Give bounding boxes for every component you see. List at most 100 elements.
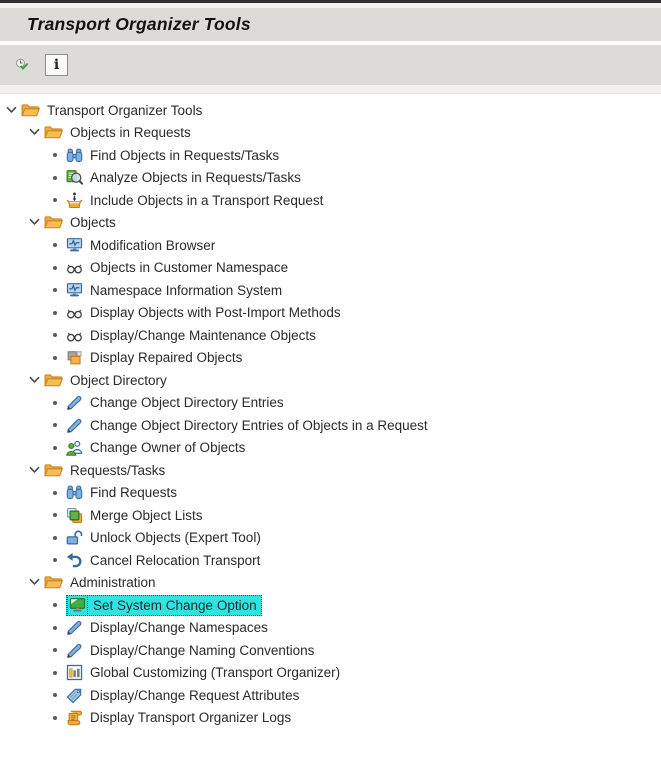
chevron-down-icon[interactable] [28,216,41,229]
bullet-dot [53,693,57,698]
bullet-dot [53,288,57,293]
chevron-down-icon[interactable] [28,374,41,387]
binoculars-icon [66,484,83,501]
execute-button[interactable] [9,52,35,78]
pencil-icon [66,619,83,636]
tree-node-item[interactable]: Display/Change Maintenance Objects [0,324,661,347]
tree-node-folder[interactable]: Objects in Requests [0,122,661,145]
tree-node-label: Change Object Directory Entries [90,395,284,411]
bullet-dot [53,400,57,405]
bullet-dot [53,153,57,158]
folder-open-icon [44,214,63,231]
tree-node-folder[interactable]: Administration [0,572,661,595]
folder-open-icon [44,574,63,591]
bullet-dot [53,648,57,653]
bullet-dot [53,333,57,338]
information-button[interactable]: i [45,54,68,76]
bullet-dot [53,423,57,428]
tree-node-item[interactable]: Find Objects in Requests/Tasks [0,144,661,167]
tree-node-folder[interactable]: Object Directory [0,369,661,392]
tree-node-item[interactable]: Analyze Objects in Requests/Tasks [0,167,661,190]
chevron-down-icon[interactable] [28,126,41,139]
tree-node-item[interactable]: Objects in Customer Namespace [0,257,661,280]
bullet-dot [53,603,57,608]
tree-node-item[interactable]: Namespace Information System [0,279,661,302]
tree-node-label: Requests/Tasks [70,462,166,478]
tree-node-item[interactable]: Unlock Objects (Expert Tool) [0,527,661,550]
tree-node-label: Transport Organizer Tools [47,102,203,118]
tag-icon [66,687,83,704]
undo-arrow-icon [66,552,83,569]
selected-icon-box [67,594,88,616]
bullet-dot [53,490,57,495]
tree-node-label: Unlock Objects (Expert Tool) [90,530,261,546]
execute-clock-check-icon [15,54,29,76]
information-icon: i [53,57,60,73]
pencil-icon [66,394,83,411]
tree-node-item[interactable]: Merge Object Lists [0,504,661,527]
tree-node-item[interactable]: Display/Change Namespaces [0,617,661,640]
bullet-dot [53,670,57,675]
tree-node-label: Change Owner of Objects [90,440,246,456]
tree-node-label: Cancel Relocation Transport [90,552,261,568]
unlock-icon [66,529,83,546]
pencil-icon [66,642,83,659]
toolbar: i [0,45,661,85]
two-users-icon [66,439,83,456]
tree-node-item[interactable]: Cancel Relocation Transport [0,549,661,572]
tree-node-label: Display/Change Maintenance Objects [90,327,316,343]
chevron-down-icon[interactable] [28,576,41,589]
monitor-icon [66,282,83,299]
bullet-dot [53,445,57,450]
bullet-dot [53,715,57,720]
tree-node-item[interactable]: Display Objects with Post-Import Methods [0,302,661,325]
bullet-dot [53,535,57,540]
tree-node-label: Find Requests [90,485,178,501]
tree-node-label: Administration [70,575,156,591]
bar-chart-icon [66,664,83,681]
monitor-icon [66,237,83,254]
glasses-icon [66,304,83,321]
tree-node-label: Display Transport Organizer Logs [90,710,292,726]
tree-node-item[interactable]: Find Requests [0,482,661,505]
bullet-dot [53,558,57,563]
tree-node-label: Modification Browser [90,237,216,253]
tree-node-item[interactable]: Change Owner of Objects [0,437,661,460]
tree-node-label: Global Customizing (Transport Organizer) [90,665,341,681]
tree-node-label: Display Objects with Post-Import Methods [90,305,341,321]
bullet-dot [53,355,57,360]
tree-node-item[interactable]: Set System Change Option [0,594,661,617]
tree-node-label: Objects in Customer Namespace [90,260,289,276]
tree-node-item[interactable]: Change Object Directory Entries [0,392,661,415]
separator [0,85,661,94]
tree-node-folder[interactable]: Objects [0,212,661,235]
tree-node-label: Objects [70,215,116,231]
tree-node-item[interactable]: Modification Browser [0,234,661,257]
chevron-down-icon[interactable] [28,464,41,477]
tree: Transport Organizer Tools Objects in Requ… [0,94,661,729]
tree-node-item[interactable]: Include Objects in a Transport Request [0,189,661,212]
tree-node-label: Object Directory [70,372,167,388]
tree-node-item[interactable]: Change Object Directory Entries of Objec… [0,414,661,437]
tree-node-item[interactable]: Global Customizing (Transport Organizer) [0,662,661,685]
tree-node-label: Display/Change Naming Conventions [90,642,315,658]
tree-node-item[interactable]: Display/Change Naming Conventions [0,639,661,662]
selected-node-highlight[interactable]: Set System Change Option [66,594,262,616]
tree-node-item[interactable]: Display Transport Organizer Logs [0,707,661,730]
bullet-dot [53,175,57,180]
scroll-icon [66,709,83,726]
tree-node-item[interactable]: Display Repaired Objects [0,347,661,370]
bullet-dot [53,513,57,518]
folder-open-icon [44,124,63,141]
tree-node-label: Find Objects in Requests/Tasks [90,147,280,163]
chevron-down-icon[interactable] [5,104,18,117]
page-title: Transport Organizer Tools [27,14,251,34]
tree-node-item[interactable]: Display/Change Request Attributes [0,684,661,707]
tree-node-folder[interactable]: Requests/Tasks [0,459,661,482]
bullet-dot [53,310,57,315]
glasses-icon [66,259,83,276]
tree-node-label: Display Repaired Objects [90,350,243,366]
bullet-dot [53,625,57,630]
tree-node-folder[interactable]: Transport Organizer Tools [0,99,661,122]
bullet-dot [53,198,57,203]
